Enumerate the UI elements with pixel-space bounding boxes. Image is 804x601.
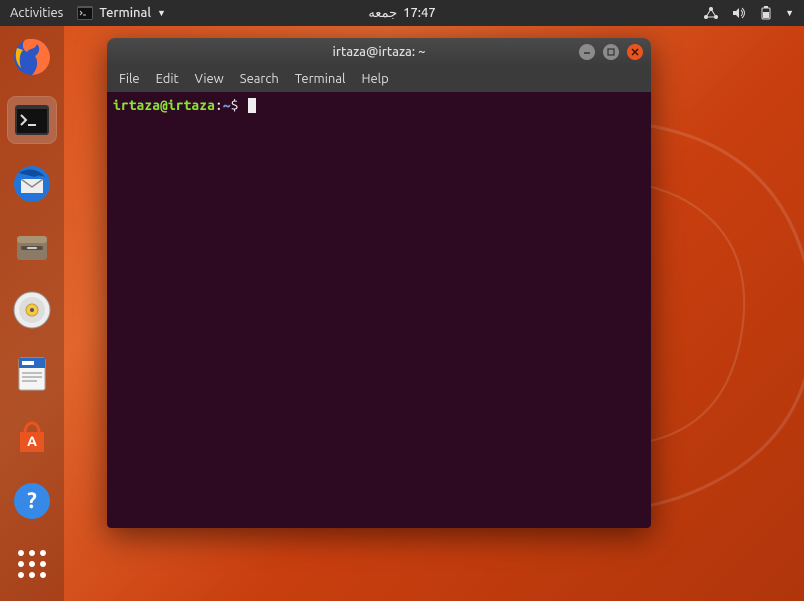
prompt-symbol: $: [231, 97, 239, 113]
menu-help[interactable]: Help: [361, 72, 388, 86]
volume-icon: [731, 6, 747, 20]
clock-day: جمعه: [368, 6, 397, 21]
terminal-menubar: File Edit View Search Terminal Help: [107, 66, 651, 92]
battery-icon: [759, 6, 773, 20]
maximize-button[interactable]: [603, 44, 619, 60]
clock-time: 17:47: [403, 6, 436, 21]
activities-button[interactable]: Activities: [10, 6, 63, 20]
gnome-topbar: Activities Terminal ▼ جمعه 17:47 ▼: [0, 0, 804, 26]
apps-grid-icon: [18, 550, 46, 578]
dock-files[interactable]: [8, 224, 56, 269]
menu-file[interactable]: File: [119, 72, 140, 86]
dock-rhythmbox[interactable]: [8, 288, 56, 333]
system-tray[interactable]: ▼: [703, 6, 794, 20]
network-icon: [703, 6, 719, 20]
minimize-button[interactable]: [579, 44, 595, 60]
menu-view[interactable]: View: [195, 72, 224, 86]
show-applications[interactable]: [8, 542, 56, 587]
window-title: irtaza@irtaza: ~: [333, 45, 426, 59]
svg-text:?: ?: [27, 488, 37, 513]
dock-help[interactable]: ?: [8, 478, 56, 523]
dock-terminal[interactable]: [8, 97, 56, 142]
close-button[interactable]: [627, 44, 643, 60]
dock-thunderbird[interactable]: [8, 161, 56, 206]
dock-firefox[interactable]: [8, 34, 56, 79]
window-titlebar[interactable]: irtaza@irtaza: ~: [107, 38, 651, 66]
terminal-window: irtaza@irtaza: ~ File Edit View Search T…: [107, 38, 651, 528]
menu-search[interactable]: Search: [240, 72, 279, 86]
terminal-body[interactable]: irtaza@irtaza:~$: [107, 92, 651, 528]
caret-down-icon: ▼: [785, 8, 794, 18]
dock-software[interactable]: A: [8, 415, 56, 460]
caret-down-icon: ▼: [157, 8, 166, 18]
prompt-sep: :: [215, 97, 223, 113]
menu-edit[interactable]: Edit: [156, 72, 179, 86]
dock: A ?: [0, 26, 64, 601]
clock[interactable]: جمعه 17:47: [368, 6, 435, 21]
terminal-icon: [77, 6, 93, 20]
prompt-userhost: irtaza@irtaza: [113, 97, 215, 113]
prompt-path: ~: [223, 97, 231, 113]
dock-writer[interactable]: [8, 351, 56, 396]
svg-text:A: A: [27, 433, 37, 449]
app-menu-label: Terminal: [99, 6, 151, 20]
menu-terminal[interactable]: Terminal: [295, 72, 346, 86]
app-menu[interactable]: Terminal ▼: [77, 6, 166, 20]
terminal-cursor: [248, 98, 256, 113]
